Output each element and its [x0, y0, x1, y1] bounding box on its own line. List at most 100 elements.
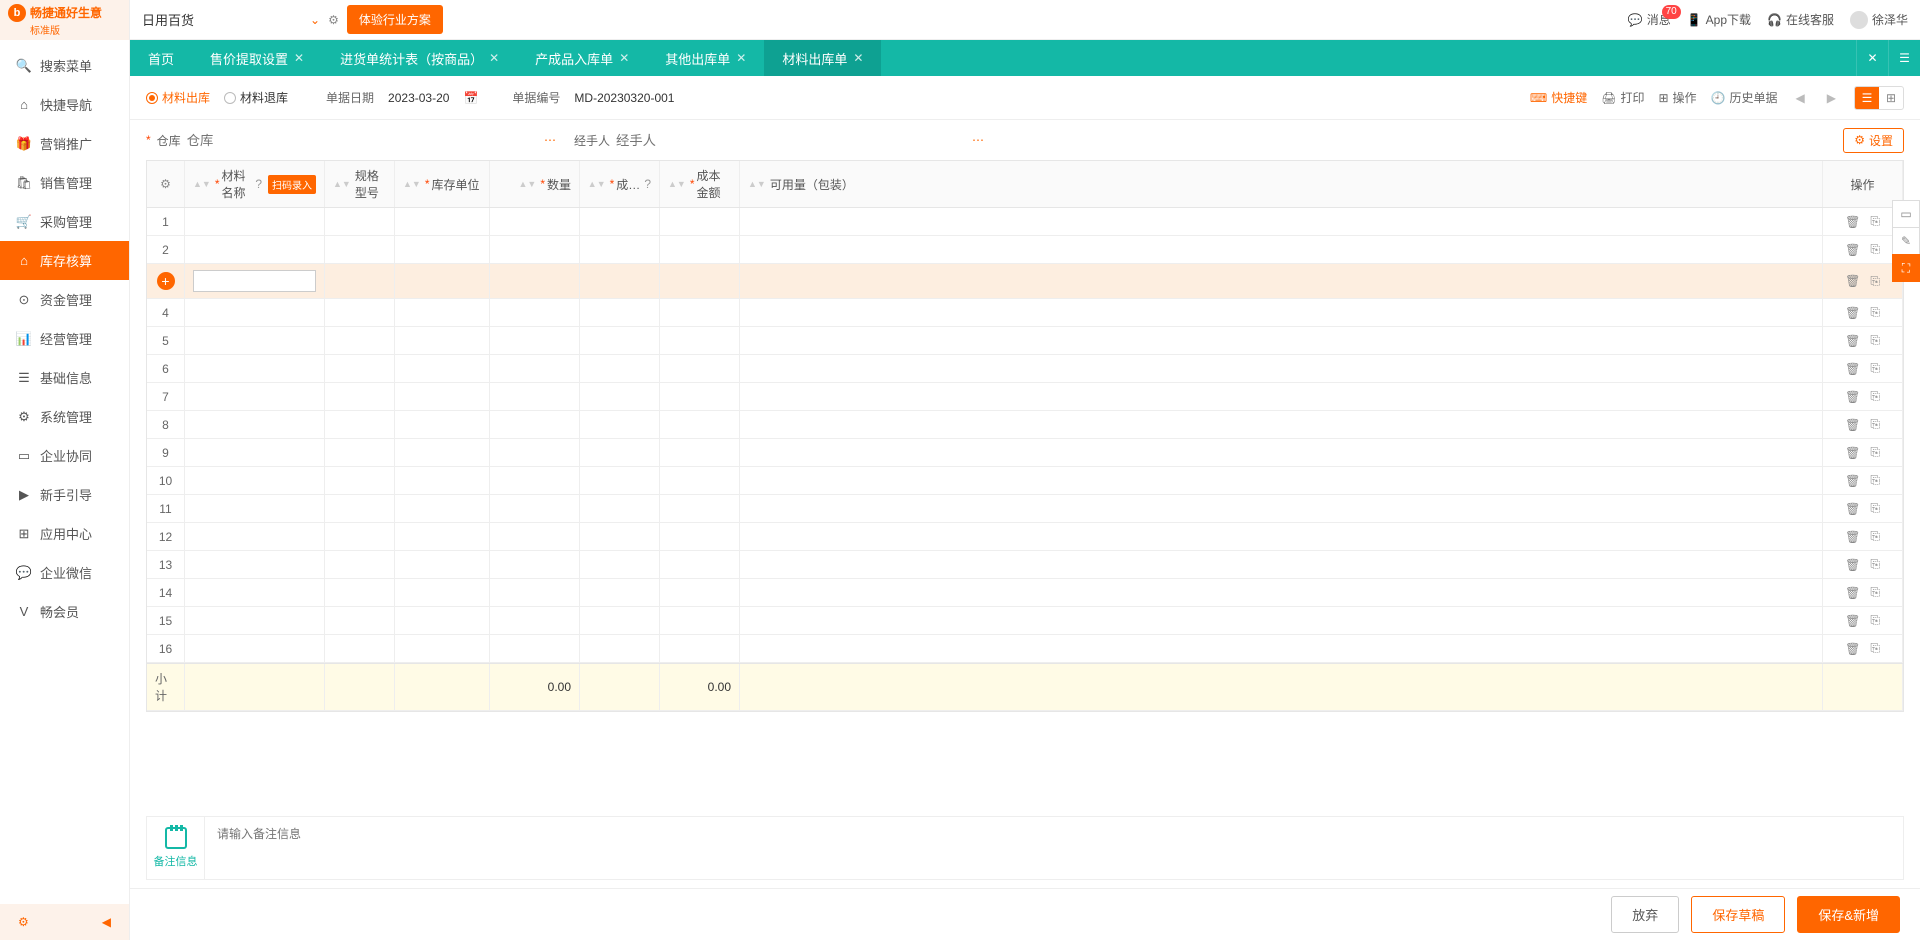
- category-dropdown[interactable]: [142, 12, 302, 27]
- more-icon[interactable]: ⋯: [544, 133, 556, 147]
- view-detail-icon[interactable]: ⊞: [1879, 87, 1903, 109]
- copy-icon[interactable]: ⎘: [1870, 473, 1880, 488]
- delete-icon[interactable]: 🗑: [1845, 586, 1860, 600]
- sidebar-item-5[interactable]: ⌂库存核算: [0, 241, 129, 280]
- col-qty[interactable]: 数量: [547, 176, 571, 193]
- tab-2[interactable]: 进货单统计表（按商品）✕: [322, 40, 517, 76]
- copy-icon[interactable]: ⎘: [1870, 305, 1880, 320]
- table-row[interactable]: 2🗑⎘: [147, 236, 1903, 264]
- table-row[interactable]: 6🗑⎘: [147, 355, 1903, 383]
- float-edit-icon[interactable]: ✎: [1892, 227, 1920, 255]
- next-doc[interactable]: ▶: [1823, 91, 1840, 105]
- date-value[interactable]: 2023-03-20: [388, 91, 449, 105]
- close-icon[interactable]: ✕: [853, 51, 863, 65]
- chevron-down-icon[interactable]: ⌄: [310, 13, 320, 27]
- sidebar-item-0[interactable]: 🔍搜索菜单: [0, 46, 129, 85]
- copy-icon[interactable]: ⎘: [1870, 214, 1880, 229]
- support-link[interactable]: 🎧 在线客服: [1767, 11, 1834, 28]
- cta-button[interactable]: 体验行业方案: [347, 5, 443, 34]
- copy-icon[interactable]: ⎘: [1870, 585, 1880, 600]
- remark-input[interactable]: [205, 817, 1903, 879]
- tab-5[interactable]: 材料出库单✕: [764, 40, 881, 76]
- warehouse-input[interactable]: [187, 133, 566, 148]
- delete-icon[interactable]: 🗑: [1845, 243, 1860, 257]
- prev-doc[interactable]: ◀: [1792, 91, 1809, 105]
- float-layout-icon[interactable]: ▭: [1892, 200, 1920, 228]
- copy-icon[interactable]: ⎘: [1870, 445, 1880, 460]
- sidebar-item-8[interactable]: ☰基础信息: [0, 358, 129, 397]
- close-icon[interactable]: ✕: [294, 51, 304, 65]
- user-menu[interactable]: 徐泽华: [1850, 11, 1908, 29]
- delete-icon[interactable]: 🗑: [1845, 215, 1860, 229]
- delete-icon[interactable]: 🗑: [1845, 390, 1860, 404]
- table-row[interactable]: 15🗑⎘: [147, 607, 1903, 635]
- gear-icon[interactable]: ⚙: [328, 13, 339, 27]
- gear-icon[interactable]: ⚙: [18, 915, 29, 929]
- copy-icon[interactable]: ⎘: [1870, 242, 1880, 257]
- close-icon[interactable]: ✕: [489, 51, 499, 65]
- messages-link[interactable]: 💬 消息 70: [1628, 11, 1671, 28]
- gear-icon[interactable]: ⚙: [160, 177, 171, 191]
- copy-icon[interactable]: ⎘: [1870, 529, 1880, 544]
- help-icon[interactable]: ?: [255, 177, 262, 191]
- delete-icon[interactable]: 🗑: [1845, 334, 1860, 348]
- copy-icon[interactable]: ⎘: [1870, 333, 1880, 348]
- print-link[interactable]: 🖨 打印: [1601, 89, 1644, 106]
- material-input[interactable]: [193, 270, 316, 292]
- sidebar-item-4[interactable]: 🛒采购管理: [0, 202, 129, 241]
- sidebar-item-7[interactable]: 📊经营管理: [0, 319, 129, 358]
- col-avail[interactable]: 可用量（包装）: [770, 176, 854, 193]
- table-row[interactable]: 4🗑⎘: [147, 299, 1903, 327]
- delete-icon[interactable]: 🗑: [1845, 558, 1860, 572]
- copy-icon[interactable]: ⎘: [1870, 501, 1880, 516]
- table-row[interactable]: 8🗑⎘: [147, 411, 1903, 439]
- app-download-link[interactable]: 📱 App下载: [1687, 11, 1751, 28]
- sidebar-item-3[interactable]: 🛍销售管理: [0, 163, 129, 202]
- copy-icon[interactable]: ⎘: [1870, 361, 1880, 376]
- table-row[interactable]: 5🗑⎘: [147, 327, 1903, 355]
- sidebar-item-2[interactable]: 🎁营销推广: [0, 124, 129, 163]
- delete-icon[interactable]: 🗑: [1845, 306, 1860, 320]
- radio-out[interactable]: 材料出库: [146, 89, 210, 106]
- handler-input[interactable]: [616, 133, 994, 148]
- calendar-icon[interactable]: 📅: [463, 91, 478, 105]
- collapse-icon[interactable]: ◀: [102, 915, 111, 929]
- table-row[interactable]: + 🗑 ⎘: [147, 264, 1903, 299]
- delete-icon[interactable]: 🗑: [1845, 274, 1860, 288]
- sidebar-item-11[interactable]: ▶新手引导: [0, 475, 129, 514]
- radio-return[interactable]: 材料退库: [224, 89, 288, 106]
- close-icon[interactable]: ✕: [736, 51, 746, 65]
- table-row[interactable]: 16🗑⎘: [147, 635, 1903, 663]
- tab-1[interactable]: 售价提取设置✕: [192, 40, 322, 76]
- copy-icon[interactable]: ⎘: [1870, 274, 1880, 289]
- sidebar-item-14[interactable]: V畅会员: [0, 592, 129, 631]
- delete-icon[interactable]: 🗑: [1845, 614, 1860, 628]
- scan-badge[interactable]: 扫码录入: [268, 175, 316, 194]
- help-icon[interactable]: ?: [644, 177, 651, 191]
- delete-icon[interactable]: 🗑: [1845, 502, 1860, 516]
- table-row[interactable]: 1🗑⎘: [147, 208, 1903, 236]
- delete-icon[interactable]: 🗑: [1845, 530, 1860, 544]
- sidebar-item-9[interactable]: ⚙系统管理: [0, 397, 129, 436]
- view-list-icon[interactable]: ☰: [1855, 87, 1879, 109]
- tab-0[interactable]: 首页: [130, 40, 192, 76]
- sidebar-item-6[interactable]: ⊙资金管理: [0, 280, 129, 319]
- table-row[interactable]: 7🗑⎘: [147, 383, 1903, 411]
- save-draft-button[interactable]: 保存草稿: [1691, 896, 1785, 933]
- operate-link[interactable]: ⊞ 操作: [1658, 89, 1696, 106]
- delete-icon[interactable]: 🗑: [1845, 474, 1860, 488]
- abandon-button[interactable]: 放弃: [1611, 896, 1679, 933]
- close-icon[interactable]: ✕: [619, 51, 629, 65]
- copy-icon[interactable]: ⎘: [1870, 641, 1880, 656]
- tab-close-all[interactable]: ✕: [1856, 40, 1888, 76]
- tab-3[interactable]: 产成品入库单✕: [517, 40, 647, 76]
- add-row-icon[interactable]: +: [157, 272, 175, 290]
- sidebar-item-10[interactable]: ▭企业协同: [0, 436, 129, 475]
- copy-icon[interactable]: ⎘: [1870, 417, 1880, 432]
- copy-icon[interactable]: ⎘: [1870, 557, 1880, 572]
- col-spec[interactable]: 规格型号: [355, 167, 386, 201]
- more-icon[interactable]: ⋯: [972, 133, 984, 147]
- sidebar-item-12[interactable]: ⊞应用中心: [0, 514, 129, 553]
- copy-icon[interactable]: ⎘: [1870, 613, 1880, 628]
- col-cost[interactable]: 成…: [616, 176, 640, 193]
